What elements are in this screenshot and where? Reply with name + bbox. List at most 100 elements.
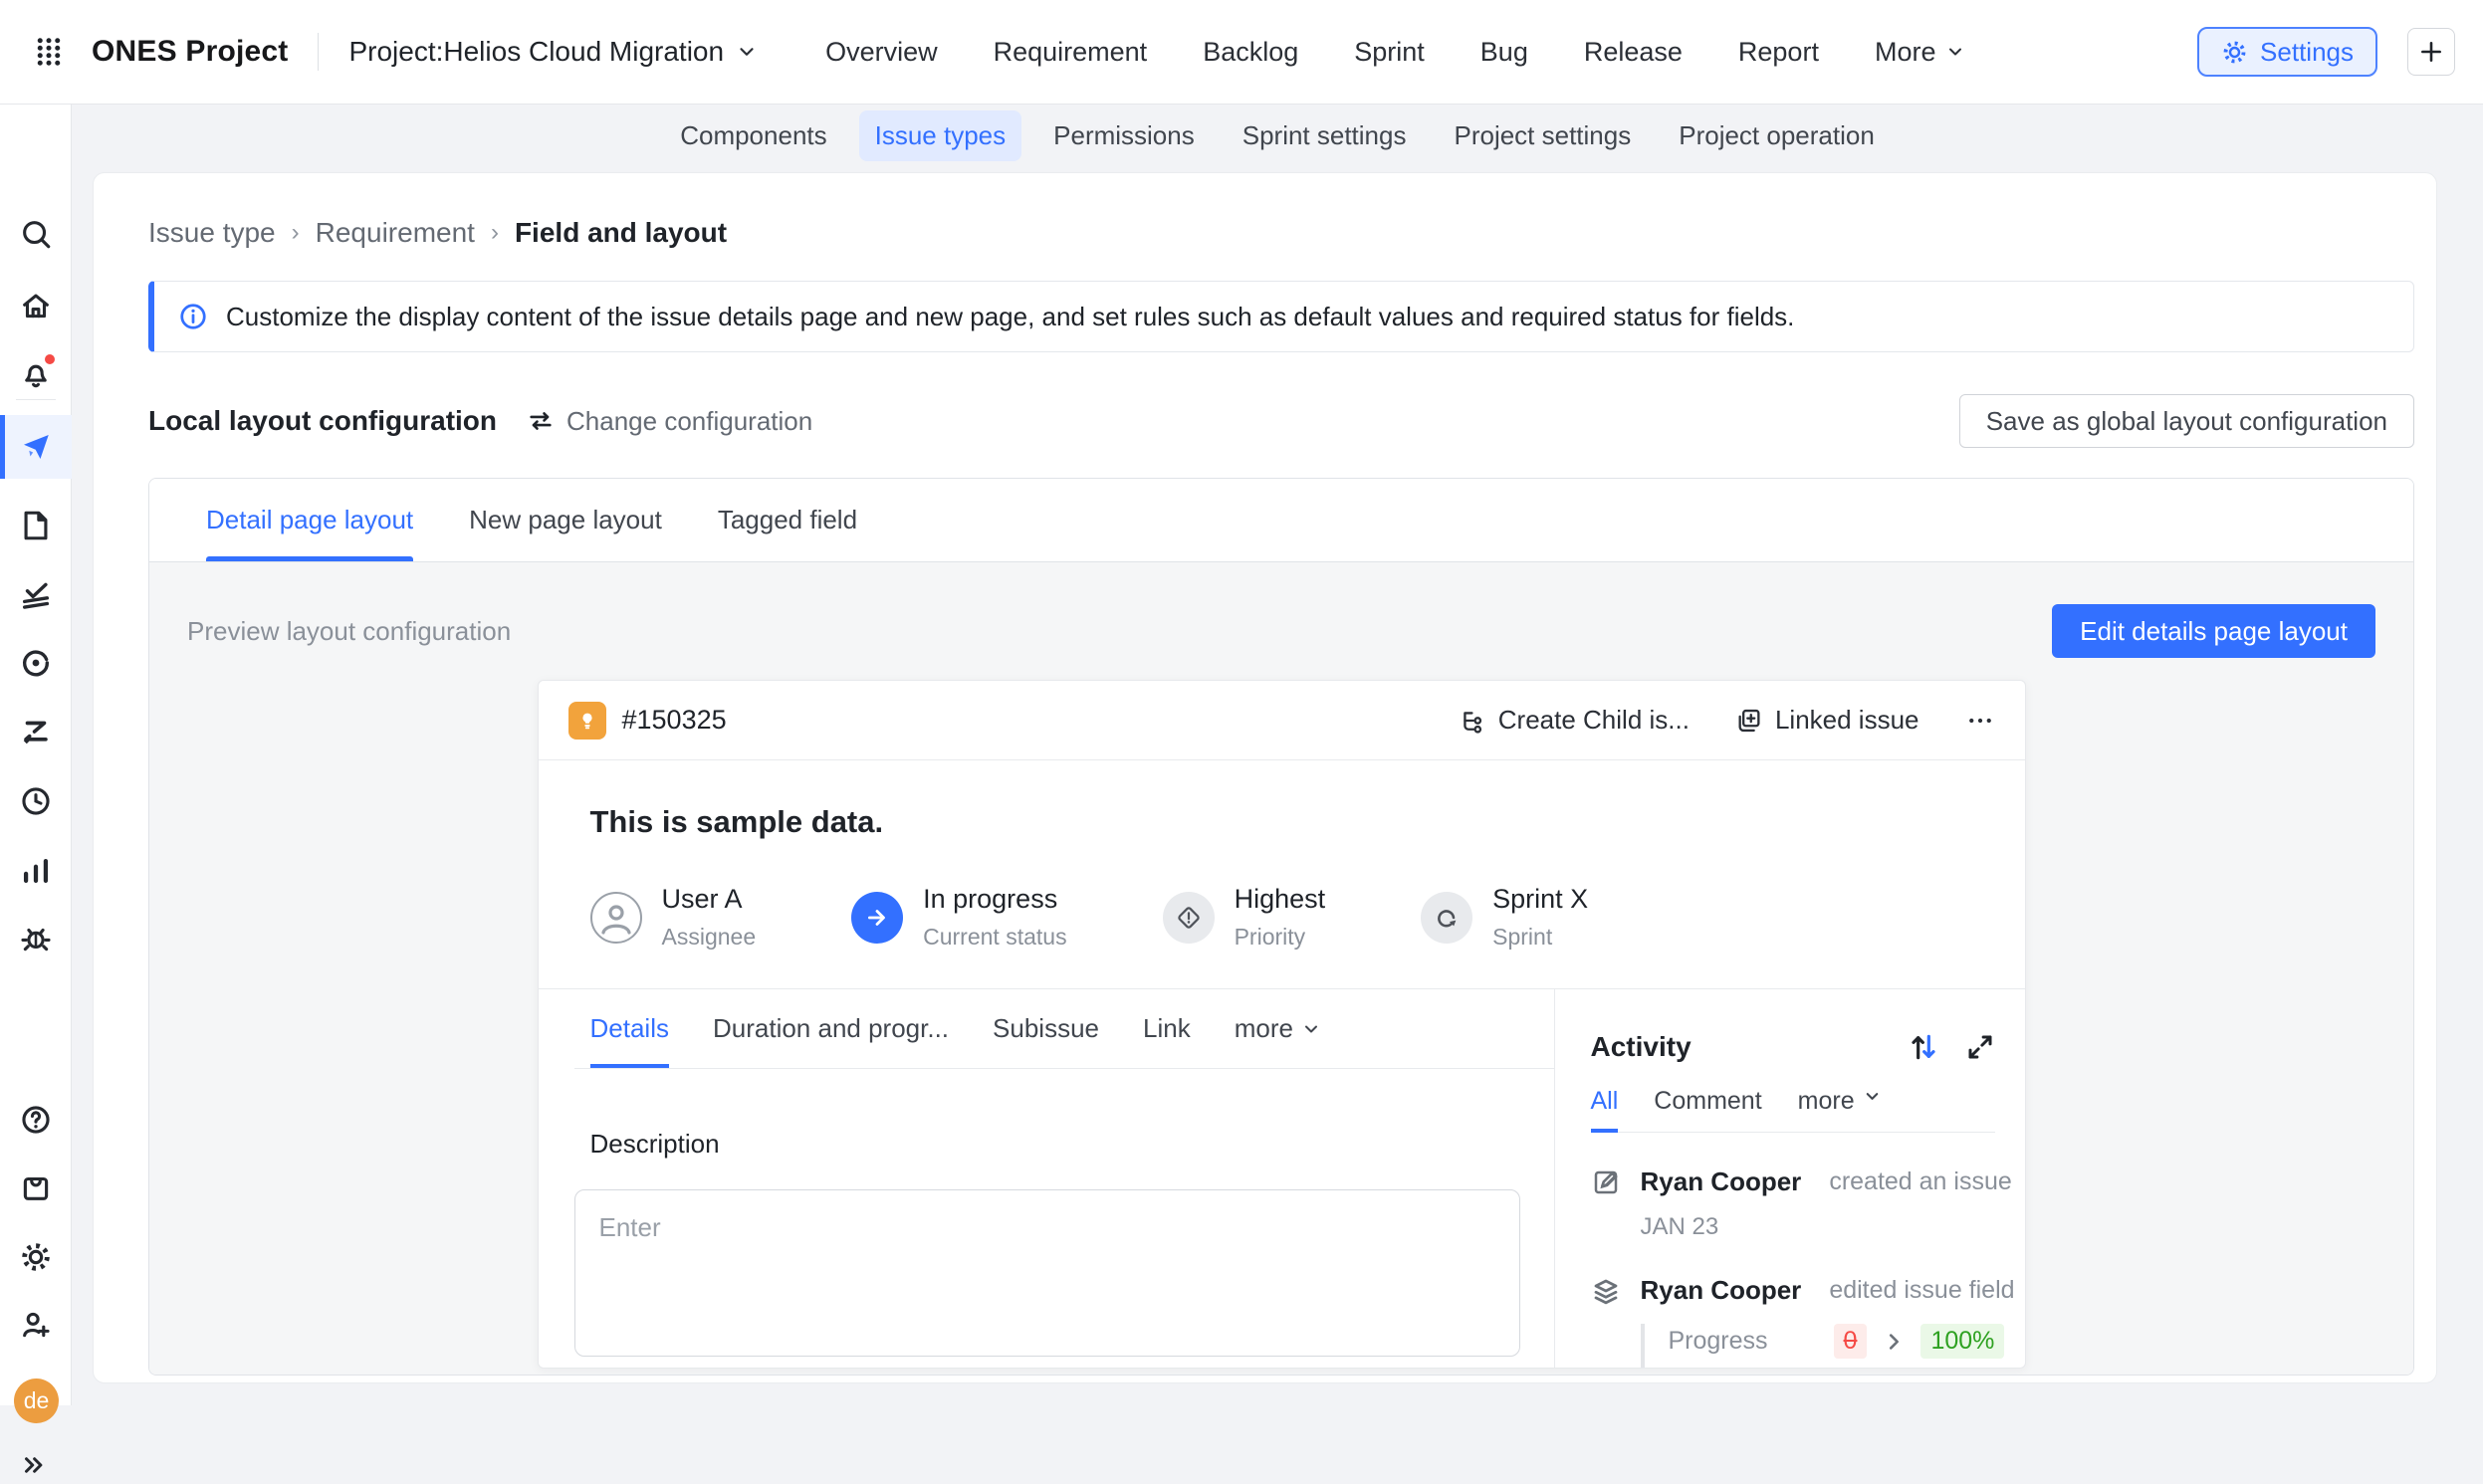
activity-entry: Ryan Cooper created an issue JAN 23 [1591, 1166, 2012, 1241]
issue-card-header: #150325 Create Child is... Linked issue [538, 681, 2025, 760]
tab-link[interactable]: Link [1143, 989, 1191, 1068]
issue-field-chips: User A Assignee In progress Current stat… [589, 884, 2025, 951]
create-child-label: Create Child is... [1497, 705, 1690, 735]
collapse-sidebar-icon[interactable] [19, 1450, 53, 1484]
sprint-loop-icon [1421, 891, 1473, 944]
home-icon[interactable] [19, 289, 53, 322]
main-nav: Overview Requirement Backlog Sprint Bug … [825, 37, 1965, 68]
field-label: Priority [1234, 924, 1306, 950]
config-title: Local layout configuration [148, 405, 498, 436]
activity-user[interactable]: Ryan Cooper [1641, 1166, 1802, 1197]
app-grid-icon[interactable] [34, 37, 64, 67]
chevron-down-icon [1945, 42, 1965, 62]
settings-label: Settings [2260, 36, 2354, 67]
nav-overview[interactable]: Overview [825, 37, 938, 68]
subnav-sprint-settings[interactable]: Sprint settings [1227, 110, 1423, 161]
nav-backlog[interactable]: Backlog [1203, 37, 1298, 68]
field-priority[interactable]: Highest Priority [1162, 884, 1326, 951]
activity-tab-comment[interactable]: Comment [1654, 1087, 1761, 1132]
breadcrumb-requirement[interactable]: Requirement [316, 217, 475, 249]
layout-preview-area: Preview layout configuration Edit detail… [149, 562, 2413, 1375]
assignee-avatar-icon [589, 891, 642, 944]
description-input[interactable] [573, 1189, 1520, 1357]
field-sprint[interactable]: Sprint X Sprint [1421, 884, 1588, 951]
goals-target-icon[interactable] [19, 646, 53, 680]
tab-detail-page-layout[interactable]: Detail page layout [206, 479, 414, 561]
expand-icon[interactable] [1965, 1032, 1995, 1062]
field-current-status[interactable]: In progress Current status [851, 884, 1067, 951]
subnav-issue-types[interactable]: Issue types [858, 109, 1022, 161]
testing-bug-icon[interactable] [19, 922, 53, 955]
chevron-right-icon [1883, 1331, 1905, 1353]
nav-more[interactable]: More [1875, 37, 1966, 68]
old-value-badge: 0 [1833, 1324, 1868, 1359]
help-icon[interactable] [19, 1103, 53, 1137]
subnav-permissions[interactable]: Permissions [1037, 110, 1211, 161]
detail-tabs-more-label: more [1234, 1013, 1293, 1043]
issue-detail-tabs: Details Duration and progr... Subissue L… [573, 989, 1554, 1069]
documents-icon[interactable] [19, 509, 53, 542]
reports-chart-icon[interactable] [19, 854, 53, 888]
subnav-project-settings[interactable]: Project settings [1438, 110, 1647, 161]
notifications-bell-icon[interactable] [19, 352, 57, 390]
tab-new-page-layout[interactable]: New page layout [469, 479, 662, 561]
breadcrumb-issue-type[interactable]: Issue type [148, 217, 276, 249]
activity-title: Activity [1590, 1031, 1692, 1062]
activity-action: edited issue field [1829, 1276, 2015, 1304]
nav-bug[interactable]: Bug [1480, 37, 1528, 68]
gear-icon [2221, 39, 2248, 66]
sidebar-item-project-active[interactable] [0, 415, 72, 479]
subnav-components[interactable]: Components [664, 110, 842, 161]
edit-details-layout-button[interactable]: Edit details page layout [2052, 604, 2375, 658]
tab-duration-progress[interactable]: Duration and progr... [713, 989, 949, 1068]
subnav-project-operation[interactable]: Project operation [1663, 110, 1891, 161]
layers-icon [1591, 1276, 1621, 1306]
info-icon [178, 302, 208, 331]
field-value: Highest [1234, 884, 1326, 914]
linked-issue-label: Linked issue [1774, 705, 1919, 735]
field-value: In progress [923, 884, 1058, 914]
field-assignee[interactable]: User A Assignee [589, 884, 756, 951]
sort-order-icon[interactable] [1908, 1031, 1939, 1063]
field-value: Sprint X [1492, 884, 1589, 914]
activity-more-label: more [1797, 1087, 1855, 1115]
settings-button[interactable]: Settings [2197, 27, 2377, 77]
tab-details[interactable]: Details [589, 989, 670, 1068]
left-sidebar: de [0, 105, 72, 1473]
save-global-layout-button[interactable]: Save as global layout configuration [1958, 394, 2414, 448]
tasks-check-icon[interactable] [19, 578, 53, 612]
create-child-issue-button[interactable]: Create Child is... [1459, 705, 1690, 736]
swap-icon [527, 407, 555, 435]
nav-report[interactable]: Report [1738, 37, 1819, 68]
recent-clock-icon[interactable] [19, 784, 53, 818]
add-button[interactable] [2407, 28, 2455, 76]
invite-member-icon[interactable] [19, 1308, 53, 1342]
nav-sprint[interactable]: Sprint [1354, 37, 1425, 68]
activity-user[interactable]: Ryan Cooper [1641, 1275, 1802, 1306]
nav-requirement[interactable]: Requirement [994, 37, 1148, 68]
activity-tabs-more[interactable]: more [1798, 1087, 1882, 1132]
issue-title: This is sample data. [589, 804, 884, 839]
resources-bag-icon[interactable] [19, 1170, 53, 1204]
layout-tabs: Detail page layout New page layout Tagge… [149, 479, 2413, 562]
nav-release[interactable]: Release [1584, 37, 1683, 68]
linked-issue-button[interactable]: Linked issue [1735, 705, 1919, 736]
notification-badge [43, 352, 57, 366]
detail-tabs-more[interactable]: more [1235, 989, 1321, 1068]
project-selector[interactable]: Project:Helios Cloud Migration [348, 36, 758, 68]
search-icon[interactable] [19, 217, 53, 251]
sidebar-divider [16, 399, 56, 400]
change-configuration-label: Change configuration [566, 405, 813, 436]
user-avatar[interactable]: de [14, 1378, 59, 1423]
tab-tagged-field[interactable]: Tagged field [718, 479, 857, 561]
more-actions-ellipsis-icon[interactable] [1965, 706, 1995, 736]
requirement-type-icon [567, 701, 606, 740]
tab-subissue[interactable]: Subissue [993, 989, 1099, 1068]
field-label: Sprint [1492, 924, 1553, 950]
project-selector-label: Project:Helios Cloud Migration [348, 36, 725, 67]
change-configuration-button[interactable]: Change configuration [527, 406, 812, 437]
new-value-badge: 100% [1920, 1324, 2005, 1359]
workflow-icon[interactable] [19, 715, 53, 748]
activity-tab-all[interactable]: All [1590, 1087, 1618, 1133]
settings-gear-icon[interactable] [19, 1240, 53, 1274]
